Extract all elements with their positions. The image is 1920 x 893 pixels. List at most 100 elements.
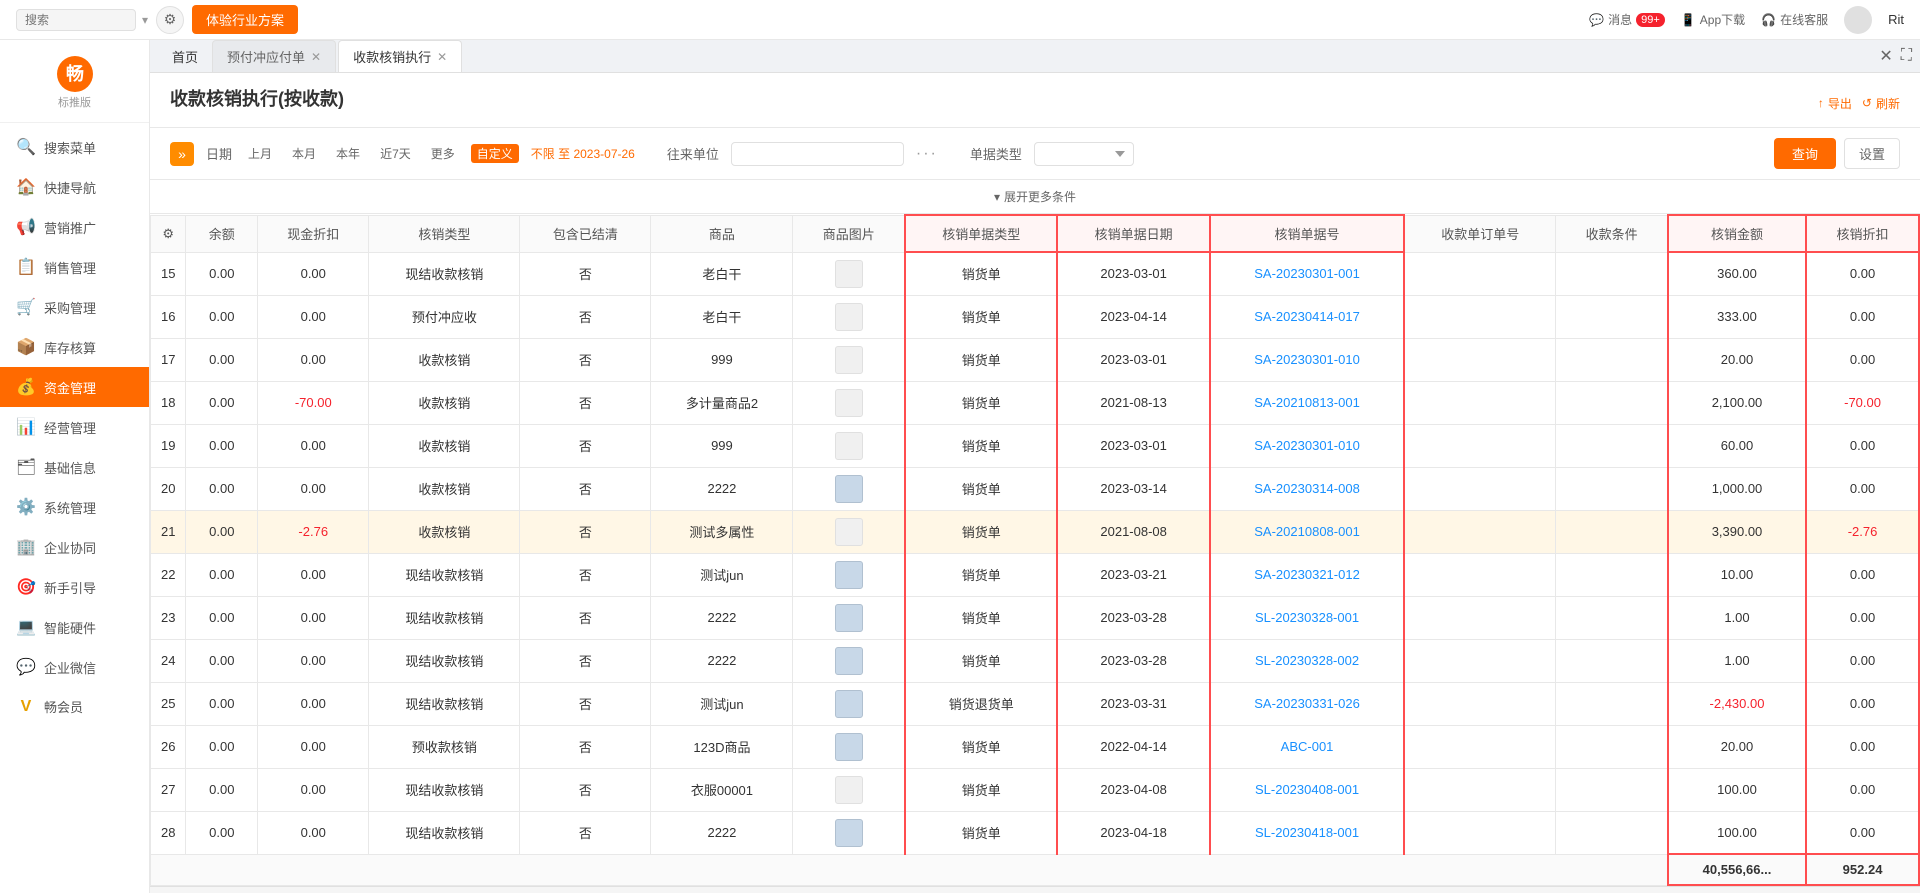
table-row: 17 0.00 0.00 收款核销 否 999 销货单 2023-03-01 S… (151, 338, 1920, 381)
bill-no-link[interactable]: SA-20230331-026 (1254, 696, 1360, 711)
sidebar-item-label: 企业微信 (44, 658, 96, 677)
cell-include-settled: 否 (520, 639, 651, 682)
enterprise-icon: 🏢 (16, 537, 36, 557)
sidebar-item-label: 新手引导 (44, 578, 96, 597)
bill-no-link[interactable]: SA-20230321-012 (1254, 567, 1360, 582)
top-bar-right: 💬 消息 99+ 📱 App下载 🎧 在线客服 Rit (1589, 6, 1904, 34)
cell-balance: 0.00 (186, 338, 258, 381)
bill-no-link[interactable]: SL-20230328-002 (1255, 653, 1359, 668)
filter-this-year[interactable]: 本年 (332, 143, 364, 164)
col-verify-bill-no: 核销单据号 (1210, 215, 1404, 252)
cell-verify-bill-type: 销货单 (905, 510, 1057, 553)
sidebar-item-sys-admin[interactable]: ⚙️ 系统管理 (0, 487, 149, 527)
table-row: 18 0.00 -70.00 收款核销 否 多计量商品2 销货单 2021-08… (151, 381, 1920, 424)
tab-receipt-verify[interactable]: 收款核销执行 ✕ (338, 40, 462, 72)
tab-home[interactable]: 首页 (158, 41, 212, 72)
bill-no-link[interactable]: SA-20230314-008 (1254, 481, 1360, 496)
cell-product-img (793, 510, 905, 553)
table-row: 26 0.00 0.00 预收款核销 否 123D商品 销货单 2022-04-… (151, 725, 1920, 768)
counterpart-input[interactable] (731, 142, 904, 166)
cell-verify-discount: -70.00 (1806, 381, 1919, 424)
bill-no-link[interactable]: SA-20230301-001 (1254, 266, 1360, 281)
sidebar-item-sales[interactable]: 📋 销售管理 (0, 247, 149, 287)
bill-no-link[interactable]: SA-20210808-001 (1254, 524, 1360, 539)
bill-no-link[interactable]: SL-20230408-001 (1255, 782, 1359, 797)
bill-no-link[interactable]: SA-20230301-010 (1254, 352, 1360, 367)
cell-receipt-condition (1556, 510, 1668, 553)
bill-no-link[interactable]: SA-20210813-001 (1254, 395, 1360, 410)
cell-receipt-order-no (1404, 381, 1556, 424)
table-footer-row: 40,556,66... 952.24 (151, 854, 1920, 885)
sidebar-item-quick-nav[interactable]: 🏠 快捷导航 (0, 167, 149, 207)
filter-this-month[interactable]: 本月 (288, 143, 320, 164)
tab-expand-button[interactable]: ⛶ (1901, 47, 1912, 65)
sidebar-item-purchase[interactable]: 🛒 采购管理 (0, 287, 149, 327)
sidebar-item-guide[interactable]: 🎯 新手引导 (0, 567, 149, 607)
sidebar-item-inventory[interactable]: 📦 库存核算 (0, 327, 149, 367)
sidebar-item-enterprise[interactable]: 🏢 企业协同 (0, 527, 149, 567)
tab-close-icon[interactable]: ✕ (311, 50, 321, 64)
filter-settings-button[interactable]: 设置 (1844, 138, 1900, 169)
cell-verify-amount: 1.00 (1668, 596, 1806, 639)
sidebar-item-search-menu[interactable]: 🔍 搜索菜单 (0, 127, 149, 167)
filter-custom-date[interactable]: 自定义 (471, 144, 519, 163)
bill-no-link[interactable]: ABC-001 (1281, 739, 1334, 754)
col-gear: ⚙ (151, 215, 186, 252)
cell-no: 18 (151, 381, 186, 424)
gear-button[interactable]: ⚙ (156, 6, 184, 34)
cell-verify-bill-date: 2023-03-14 (1057, 467, 1209, 510)
sidebar-item-member[interactable]: V 畅会员 (0, 687, 149, 726)
bill-type-select[interactable] (1034, 142, 1134, 166)
app-download-item[interactable]: 📱 App下载 (1681, 11, 1745, 28)
sidebar-item-marketing[interactable]: 📢 营销推广 (0, 207, 149, 247)
user-name: Rit (1888, 12, 1904, 27)
tab-prepay[interactable]: 预付冲应付单 ✕ (212, 40, 336, 72)
message-item[interactable]: 💬 消息 99+ (1589, 11, 1665, 28)
cell-verify-bill-type: 销货单 (905, 596, 1057, 639)
filter-more-date[interactable]: 更多 (427, 143, 459, 164)
tab-close-icon[interactable]: ✕ (437, 50, 447, 64)
bill-no-link[interactable]: SL-20230328-001 (1255, 610, 1359, 625)
cell-no: 28 (151, 811, 186, 854)
horizontal-scrollbar[interactable] (150, 886, 1920, 893)
cell-include-settled: 否 (520, 725, 651, 768)
cell-balance: 0.00 (186, 682, 258, 725)
tab-close-all-button[interactable]: ✕ (1879, 46, 1892, 66)
avatar[interactable] (1844, 6, 1872, 34)
top-search-input[interactable] (16, 9, 136, 31)
expand-more-button[interactable]: ▾ 展开更多条件 (986, 184, 1084, 209)
industry-solution-button[interactable]: 体验行业方案 (192, 5, 298, 34)
cell-product-img (793, 424, 905, 467)
wechat-icon: 💬 (16, 657, 36, 677)
refresh-button[interactable]: ↺ 刷新 (1862, 95, 1900, 112)
cell-verify-type: 收款核销 (369, 338, 520, 381)
table-row: 28 0.00 0.00 现结收款核销 否 2222 销货单 2023-04-1… (151, 811, 1920, 854)
filter-last-month[interactable]: 上月 (244, 143, 276, 164)
bill-no-link[interactable]: SA-20230414-017 (1254, 309, 1360, 324)
sidebar-item-finance[interactable]: 💰 资金管理 (0, 367, 149, 407)
sidebar-item-operation[interactable]: 📊 经营管理 (0, 407, 149, 447)
cell-verify-bill-date: 2023-03-01 (1057, 338, 1209, 381)
cell-receipt-condition (1556, 252, 1668, 295)
footer-verify-discount: 952.24 (1806, 854, 1919, 885)
query-button[interactable]: 查询 (1774, 138, 1836, 169)
filter-collapse-button[interactable]: » (170, 142, 194, 166)
online-service-item[interactable]: 🎧 在线客服 (1761, 11, 1828, 28)
bill-no-link[interactable]: SL-20230418-001 (1255, 825, 1359, 840)
bill-no-link[interactable]: SA-20230301-010 (1254, 438, 1360, 453)
cell-receipt-order-no (1404, 424, 1556, 467)
sidebar-item-smart-hw[interactable]: 💻 智能硬件 (0, 607, 149, 647)
sidebar-item-wechat[interactable]: 💬 企业微信 (0, 647, 149, 687)
cell-include-settled: 否 (520, 467, 651, 510)
sidebar-item-base-info[interactable]: 🗂 基础信息 (0, 447, 149, 487)
cell-verify-bill-date: 2023-03-21 (1057, 553, 1209, 596)
export-button[interactable]: ↑ 导出 (1818, 95, 1852, 112)
filter-7days[interactable]: 近7天 (376, 143, 415, 164)
sidebar-item-label: 搜索菜单 (44, 138, 96, 157)
sidebar-item-label: 快捷导航 (44, 178, 96, 197)
cell-receipt-order-no (1404, 467, 1556, 510)
smart-hw-icon: 💻 (16, 617, 36, 637)
cell-include-settled: 否 (520, 811, 651, 854)
cell-include-settled: 否 (520, 768, 651, 811)
cell-cash-discount: 0.00 (258, 725, 369, 768)
